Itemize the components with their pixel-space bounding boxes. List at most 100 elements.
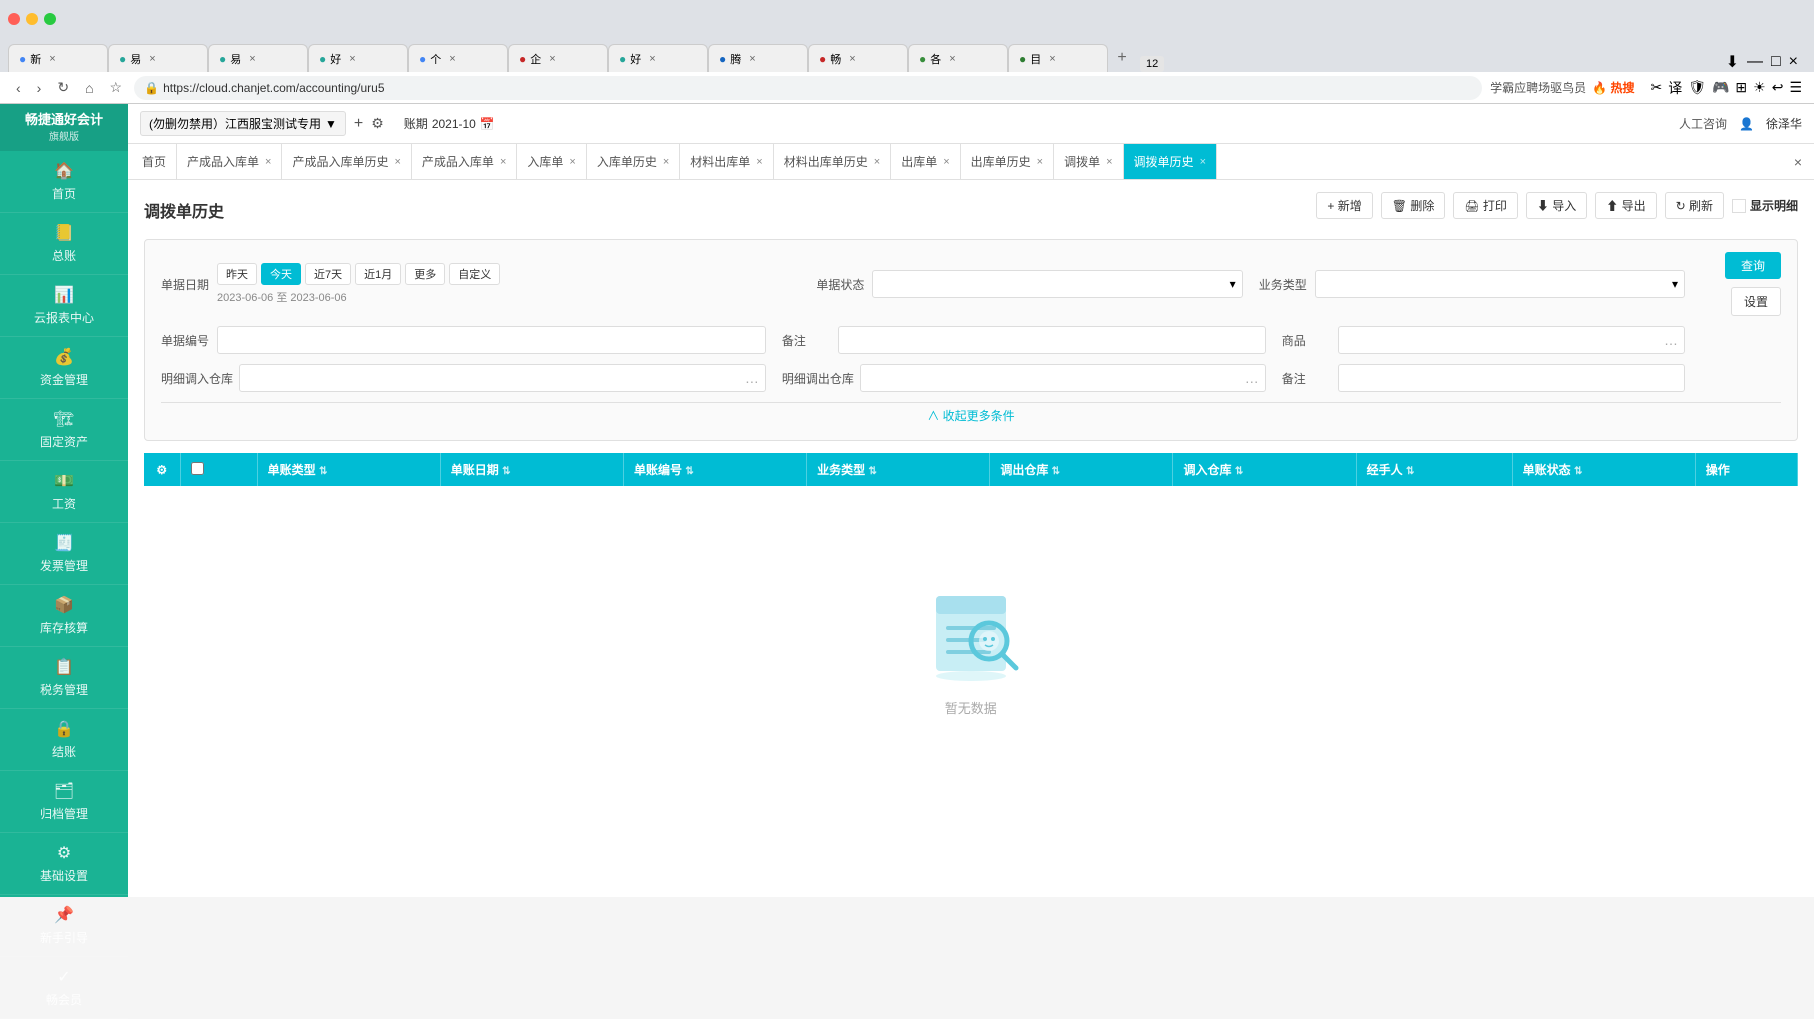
date-btn-yesterday[interactable]: 昨天 [217, 263, 257, 285]
date-btn-today[interactable]: 今天 [261, 263, 301, 285]
table-col-in-warehouse[interactable]: 调入仓库 ⇅ [1173, 453, 1356, 486]
table-col-doc-status[interactable]: 单账状态 ⇅ [1512, 453, 1695, 486]
tab-close-4[interactable]: × [349, 53, 355, 65]
checkbox-display[interactable] [1732, 199, 1746, 213]
company-selector[interactable]: (勿删勿禁用）江西服宝测试专用 ▼ [140, 111, 346, 136]
nav-tab-close-material-out[interactable]: × [756, 156, 762, 168]
table-col-doc-no[interactable]: 单账编号 ⇅ [623, 453, 806, 486]
close-all-tabs-button[interactable]: × [1786, 154, 1810, 170]
filter-detail-out-select[interactable]: … [860, 364, 1266, 392]
nav-tab-out-order[interactable]: 出库单 × [891, 144, 960, 180]
date-btn-7days[interactable]: 近7天 [305, 263, 351, 285]
browser-tab-3[interactable]: ● 易 × [208, 44, 308, 72]
sidebar-item-finance[interactable]: 💰 资金管理 [0, 337, 128, 399]
export-button[interactable]: ⬆ 导出 [1595, 192, 1656, 219]
tab-count-badge[interactable]: 12 [1140, 56, 1164, 72]
nav-tab-close-out-order[interactable]: × [943, 156, 949, 168]
sidebar-item-inventory[interactable]: 📦 库存核算 [0, 585, 128, 647]
close-icon[interactable]: × [1789, 53, 1798, 71]
gamepad-icon[interactable]: 🎮 [1712, 79, 1729, 96]
tab-close-10[interactable]: × [949, 53, 955, 65]
nav-tab-material-out-history[interactable]: 材料出库单历史 × [774, 144, 891, 180]
bookmark-button[interactable]: ☆ [106, 77, 127, 98]
browser-tab-6[interactable]: ● 企 × [508, 44, 608, 72]
nav-tab-close-in-order[interactable]: × [569, 156, 575, 168]
nav-tab-close-material-out-history[interactable]: × [874, 156, 880, 168]
browser-tab-1[interactable]: ● 新 × [8, 44, 108, 72]
tab-close-11[interactable]: × [1049, 53, 1055, 65]
sidebar-item-home[interactable]: 🏠 首页 [0, 151, 128, 213]
table-col-handler[interactable]: 经手人 ⇅ [1356, 453, 1512, 486]
nav-tab-close-transfer[interactable]: × [1106, 156, 1112, 168]
settings-gear-icon[interactable]: ⚙ [371, 115, 384, 132]
date-btn-custom[interactable]: 自定义 [449, 263, 500, 285]
nav-tab-close-in-history[interactable]: × [663, 156, 669, 168]
sidebar-item-wage[interactable]: 💵 工资 [0, 461, 128, 523]
sidebar-item-tax[interactable]: 📋 税务管理 [0, 647, 128, 709]
browser-tab-7[interactable]: ● 好 × [608, 44, 708, 72]
downloads-icon[interactable]: ⬇ [1726, 52, 1739, 72]
grid-icon[interactable]: ⊞ [1735, 79, 1747, 96]
restore-icon[interactable]: □ [1771, 53, 1781, 71]
nav-tab-close-product-in2[interactable]: × [500, 156, 506, 168]
query-button[interactable]: 查询 [1725, 252, 1781, 279]
back-button[interactable]: ‹ [12, 78, 25, 98]
refresh-button[interactable]: ↻ [53, 77, 73, 98]
tab-close-7[interactable]: × [649, 53, 655, 65]
filter-docno-input[interactable] [217, 326, 766, 354]
nav-tab-transfer[interactable]: 调拨单 × [1054, 144, 1123, 180]
sidebar-item-asset[interactable]: 🏗 固定资产 [0, 399, 128, 461]
filter-detail-in-select[interactable]: … [239, 364, 766, 392]
filter-status-select[interactable]: ▾ [872, 270, 1242, 298]
table-checkbox-header[interactable] [180, 453, 257, 486]
tab-close-2[interactable]: × [149, 53, 155, 65]
menu-icon[interactable]: ☰ [1789, 79, 1802, 96]
nav-tab-product-in-history[interactable]: 产成品入库单历史 × [282, 144, 411, 180]
nav-tab-close-product-in-history[interactable]: × [394, 156, 400, 168]
print-button[interactable]: 🖨 打印 [1453, 192, 1518, 219]
table-gear-header[interactable]: ⚙ [144, 453, 180, 486]
delete-button[interactable]: 🗑 删除 [1381, 192, 1446, 219]
sidebar-item-invoice[interactable]: 🧾 发票管理 [0, 523, 128, 585]
tab-close-8[interactable]: × [749, 53, 755, 65]
sidebar-item-archive[interactable]: 🗂 归档管理 [0, 771, 128, 833]
undo-icon[interactable]: ↩ [1772, 79, 1784, 96]
date-btn-more[interactable]: 更多 [405, 263, 445, 285]
minimize-window-btn[interactable] [26, 13, 38, 25]
date-btn-1month[interactable]: 近1月 [355, 263, 401, 285]
tab-close-6[interactable]: × [549, 53, 555, 65]
nav-tab-in-history[interactable]: 入库单历史 × [587, 144, 680, 180]
nav-tab-transfer-history[interactable]: 调拨单历史 × [1124, 144, 1217, 180]
period-selector[interactable]: 账期 2021-10 📅 [404, 115, 495, 132]
filter-goods-dots[interactable]: … [1664, 332, 1678, 348]
brightness-icon[interactable]: ☀ [1753, 79, 1766, 96]
table-col-out-warehouse[interactable]: 调出仓库 ⇅ [990, 453, 1173, 486]
user-service-link[interactable]: 人工咨询 [1679, 115, 1727, 132]
tab-close-3[interactable]: × [249, 53, 255, 65]
table-col-doc-type[interactable]: 单账类型 ⇅ [257, 453, 440, 486]
sidebar-item-settings[interactable]: ⚙ 基础设置 [0, 833, 128, 895]
new-browser-tab-button[interactable]: + [1108, 44, 1136, 72]
scissors-icon[interactable]: ✂ [1650, 79, 1662, 96]
nav-tab-in-order[interactable]: 入库单 × [517, 144, 586, 180]
sidebar-item-report[interactable]: 📊 云报表中心 [0, 275, 128, 337]
tab-close-1[interactable]: × [49, 53, 55, 65]
add-company-button[interactable]: + [354, 115, 363, 133]
browser-tab-8[interactable]: ● 腾 × [708, 44, 808, 72]
table-col-doc-date[interactable]: 单账日期 ⇅ [440, 453, 623, 486]
sidebar-item-ledger[interactable]: 📒 总账 [0, 213, 128, 275]
display-toggle[interactable]: 显示明细 [1732, 197, 1798, 214]
filter-detail-out-dots[interactable]: … [1245, 370, 1259, 386]
filter-settings-button[interactable]: 设置 [1731, 287, 1781, 316]
browser-tab-5[interactable]: ● 个 × [408, 44, 508, 72]
tab-close-9[interactable]: × [849, 53, 855, 65]
select-all-checkbox[interactable] [191, 462, 204, 475]
sidebar-item-closing[interactable]: 🔒 结账 [0, 709, 128, 771]
maximize-window-btn[interactable] [44, 13, 56, 25]
nav-tab-product-in[interactable]: 产成品入库单 × [177, 144, 282, 180]
filter-business-select[interactable]: ▾ [1315, 270, 1685, 298]
nav-tab-out-history[interactable]: 出库单历史 × [961, 144, 1054, 180]
forward-button[interactable]: › [33, 78, 46, 98]
shield-icon[interactable]: 🛡 [1688, 79, 1706, 96]
browser-tab-9[interactable]: ● 畅 × [808, 44, 908, 72]
